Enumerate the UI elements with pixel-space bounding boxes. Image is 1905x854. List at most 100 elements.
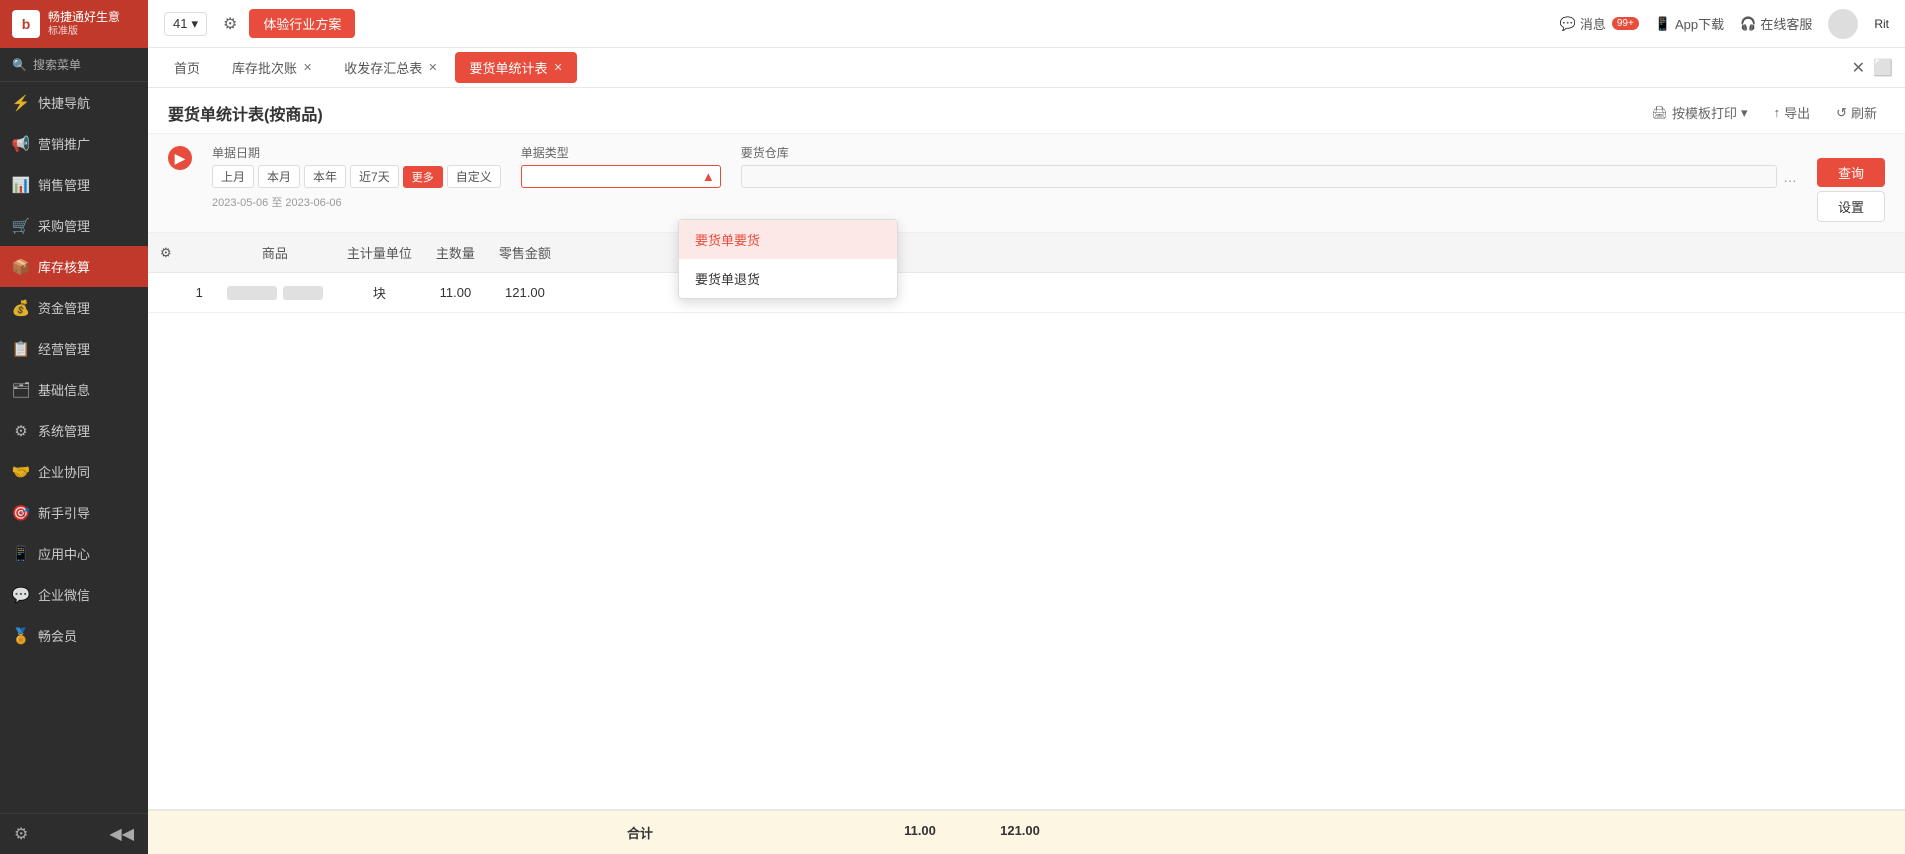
sidebar-item-system[interactable]: ⚙系统管理 — [0, 410, 148, 451]
settings-footer-icon[interactable]: ⚙ — [14, 824, 28, 844]
messages-action[interactable]: 💬 消息 99+ — [1560, 14, 1639, 33]
sidebar-item-purchase[interactable]: 🛒 采购管理 — [0, 205, 148, 246]
close-tab-inventory-batch[interactable]: ✕ — [303, 61, 312, 74]
date-filter: 单据日期 上月 本月 本年 近7天 更多 自定义 2023-05-06 至 20… — [212, 144, 501, 210]
online-service-action[interactable]: 🎧 在线客服 — [1740, 14, 1812, 33]
warehouse-input[interactable] — [741, 165, 1777, 188]
sidebar-item-app-center[interactable]: 📱 应用中心 — [0, 533, 148, 574]
tab-recv-summary[interactable]: 收发存汇总表 ✕ — [330, 52, 451, 83]
export-button[interactable]: ↑ 导出 — [1766, 100, 1819, 125]
filter-expand-button[interactable]: ▶ — [168, 146, 192, 170]
footer-spacer — [160, 823, 410, 842]
table-footer: 合计 11.00 121.00 — [148, 809, 1905, 854]
last-month-btn[interactable]: 上月 — [212, 165, 254, 188]
content-area: 要货单统计表(按商品) 🖨 按模板打印 ▾ ↑ 导出 ↺ 刷新 ▶ — [148, 88, 1905, 854]
doctype-chevron-up-icon[interactable]: ▲ — [702, 169, 715, 184]
sidebar-item-guide[interactable]: 🎯新手引导 — [0, 492, 148, 533]
sidebar-item-label: 企业协同 — [38, 462, 90, 481]
tabbar: 首页 库存批次账 ✕ 收发存汇总表 ✕ 要货单统计表 ✕ ✕ ⬜ — [148, 48, 1905, 88]
headset-icon: 🎧 — [1740, 16, 1756, 32]
row-num-cell: 1 — [184, 273, 215, 313]
more-date-btn[interactable]: 更多 — [403, 166, 443, 188]
sidebar-item-label: 营销推广 — [38, 134, 90, 153]
tab-home[interactable]: 首页 — [160, 52, 214, 83]
sidebar-item-label: 应用中心 — [38, 544, 90, 563]
collapse-sidebar-button[interactable]: ◀◀ — [109, 824, 134, 844]
user-name: Rit — [1874, 17, 1889, 31]
store-name: 41 — [173, 16, 187, 31]
sidebar-item-label: 采购管理 — [38, 216, 90, 235]
refresh-button[interactable]: ↺ 刷新 — [1828, 100, 1885, 125]
warehouse-filter-label: 要货仓库 — [741, 144, 1797, 161]
dropdown-item-requisition-return[interactable]: 要货单退货 — [679, 259, 897, 298]
purchase-icon: 🛒 — [12, 217, 30, 235]
page-title: 要货单统计表(按商品) — [168, 101, 323, 125]
doctype-filter-label: 单据类型 — [521, 144, 721, 161]
sidebar-item-label: 快捷导航 — [38, 93, 90, 112]
corp-icon: 🤝 — [12, 463, 30, 481]
date-preset-buttons: 上月 本月 本年 近7天 更多 自定义 — [212, 165, 501, 188]
chevron-down-icon: ▾ — [191, 16, 198, 32]
data-table-container: ⚙ 商品 主计量单位 主数量 零售金额 1 — [148, 233, 1905, 809]
store-selector[interactable]: 41 ▾ — [164, 12, 207, 36]
promo-button[interactable]: 体验行业方案 — [249, 9, 355, 38]
sidebar-item-sales[interactable]: 📊销售管理 — [0, 164, 148, 205]
close-tab-recv-summary[interactable]: ✕ — [428, 61, 437, 74]
sidebar-item-vip[interactable]: 🏅畅会员 — [0, 615, 148, 656]
custom-date-btn[interactable]: 自定义 — [447, 165, 501, 188]
phone-icon: 📱 — [1655, 16, 1671, 32]
topbar: 41 ▾ ⚙ 体验行业方案 💬 消息 99+ 📱 App下载 🎧 在线客服 Ri… — [148, 0, 1905, 48]
quick-nav-icon: ⚡ — [12, 94, 30, 112]
quantity-cell: 11.00 — [424, 273, 487, 313]
sidebar-item-marketing[interactable]: 📢营销推广 — [0, 123, 148, 164]
warehouse-filter: 要货仓库 … — [741, 144, 1797, 188]
amount-cell: 121.00 — [487, 273, 563, 313]
this-year-btn[interactable]: 本年 — [304, 165, 346, 188]
close-tab-requisition[interactable]: ✕ — [554, 61, 563, 74]
tab-requisition-stats[interactable]: 要货单统计表 ✕ — [455, 52, 576, 83]
template-print-button[interactable]: 🖨 按模板打印 ▾ — [1644, 100, 1756, 125]
sidebar-item-quick-nav[interactable]: ⚡ 快捷导航 — [0, 82, 148, 123]
app-download-action[interactable]: 📱 App下载 — [1655, 14, 1724, 33]
query-button[interactable]: 查询 — [1817, 158, 1885, 187]
print-icon: 🖨 — [1652, 105, 1669, 121]
unit-cell: 块 — [335, 273, 424, 313]
sidebar-item-label: 基础信息 — [38, 380, 90, 399]
sales-icon: 📊 — [12, 176, 30, 194]
user-avatar[interactable] — [1828, 9, 1858, 39]
sidebar-item-basic-info[interactable]: 🗂基础信息 — [0, 369, 148, 410]
row-settings-cell — [148, 273, 184, 313]
last-7-days-btn[interactable]: 近7天 — [350, 165, 399, 188]
export-icon: ↑ — [1774, 105, 1781, 120]
topbar-settings-icon[interactable]: ⚙ — [223, 14, 237, 34]
sidebar-item-inventory[interactable]: 📦库存核算 — [0, 246, 148, 287]
column-settings-icon[interactable]: ⚙ — [160, 245, 172, 260]
app-center-icon: 📱 — [12, 545, 30, 563]
maximize-window-icon[interactable]: ⬜ — [1873, 58, 1893, 78]
sidebar-footer: ⚙ ◀◀ — [0, 813, 148, 854]
product-cell — [215, 273, 335, 313]
doctype-dropdown: 要货单要货 要货单退货 — [678, 219, 898, 299]
this-month-btn[interactable]: 本月 — [258, 165, 300, 188]
dropdown-item-requisition-order[interactable]: 要货单要货 — [679, 220, 897, 259]
tab-inventory-batch[interactable]: 库存批次账 ✕ — [218, 52, 326, 83]
filter-area: ▶ 单据日期 上月 本月 本年 近7天 更多 自定义 2023-05-06 至 … — [148, 134, 1905, 233]
footer-label: 合计 — [410, 823, 870, 842]
data-table: ⚙ 商品 主计量单位 主数量 零售金额 1 — [148, 233, 1905, 313]
settings-button[interactable]: 设置 — [1817, 191, 1885, 222]
warehouse-more-icon[interactable]: … — [1783, 169, 1797, 185]
sidebar-item-wechat[interactable]: 💬企业微信 — [0, 574, 148, 615]
sidebar-item-finance[interactable]: 💰资金管理 — [0, 287, 148, 328]
doctype-input[interactable] — [521, 165, 721, 188]
guide-icon: 🎯 — [12, 504, 30, 522]
app-logo: b — [12, 10, 40, 38]
col-settings[interactable]: ⚙ — [148, 233, 184, 273]
search-icon: 🔍 — [12, 58, 27, 72]
page-header: 要货单统计表(按商品) 🖨 按模板打印 ▾ ↑ 导出 ↺ 刷新 — [148, 88, 1905, 134]
sidebar-search[interactable]: 🔍 搜索菜单 — [0, 48, 148, 82]
sidebar-item-corp[interactable]: 🤝 企业协同 — [0, 451, 148, 492]
operations-icon: 📋 — [12, 340, 30, 358]
warehouse-input-wrapper: … — [741, 165, 1797, 188]
close-window-icon[interactable]: ✕ — [1852, 58, 1865, 78]
sidebar-item-operations[interactable]: 📋经营管理 — [0, 328, 148, 369]
